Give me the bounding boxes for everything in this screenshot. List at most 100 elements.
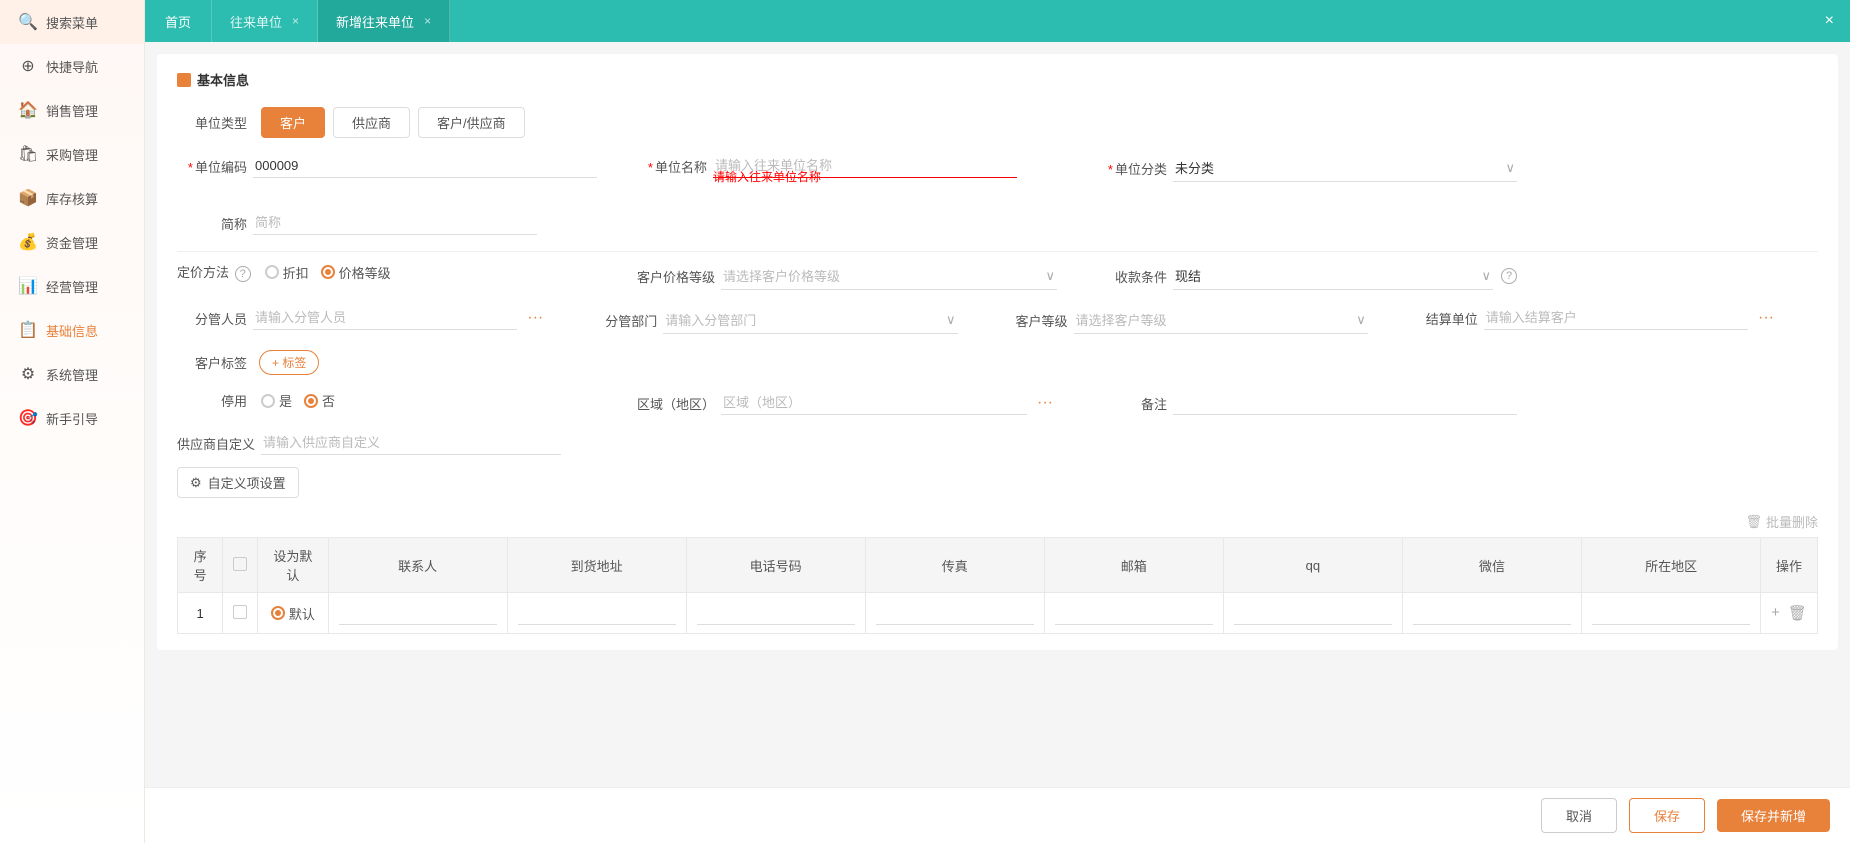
sidebar-item-label: 基础信息 (46, 321, 98, 340)
sidebar-item-quicknav[interactable]: ⊕ 快捷导航 (0, 44, 144, 88)
unit-name-error: 请输入往来单位名称 (713, 168, 1057, 185)
sidebar-item-inventory[interactable]: 📦 库存核算 (0, 176, 144, 220)
row-checkbox-cell (223, 593, 258, 634)
contact-input[interactable] (339, 601, 497, 625)
sidebar-item-basic[interactable]: 📋 基础信息 (0, 308, 144, 352)
batch-delete-btn[interactable]: 🗑 批量删除 (177, 512, 1818, 531)
wechat-input[interactable] (1413, 601, 1571, 625)
address-input[interactable] (518, 601, 676, 625)
fax-input[interactable] (876, 601, 1034, 625)
gear-icon: ⚙ (190, 475, 202, 491)
unit-type-customer-btn[interactable]: 客户 (261, 107, 325, 138)
disabled-yes-circle (261, 394, 275, 408)
save-button[interactable]: 保存 (1629, 798, 1705, 833)
sidebar-item-system[interactable]: ⚙ 系统管理 (0, 352, 144, 396)
select-all-checkbox[interactable] (233, 557, 247, 571)
finance-icon: 💰 (18, 232, 38, 252)
sidebar-item-guide[interactable]: 🎯 新手引导 (0, 396, 144, 440)
add-tag-btn[interactable]: + 标签 (259, 350, 319, 375)
tags-row: 客户标签 + 标签 (177, 350, 1818, 375)
manager-more-btn[interactable]: ··· (523, 309, 547, 327)
sales-icon: 🏠 (18, 100, 38, 120)
email-input[interactable] (1055, 601, 1213, 625)
sidebar-item-label: 系统管理 (46, 365, 98, 384)
row-actions: + 🗑 (1771, 604, 1807, 622)
row-wechat (1403, 593, 1582, 634)
quicknav-icon: ⊕ (18, 56, 38, 76)
phone-input[interactable] (697, 601, 855, 625)
disabled-yes-radio[interactable]: 是 (261, 391, 292, 410)
unit-code-field: *单位编码 (177, 154, 597, 178)
save-new-button[interactable]: 保存并新增 (1717, 799, 1830, 832)
col-region: 所在地区 (1582, 538, 1761, 593)
unit-type-row: 单位类型 客户 供应商 客户/供应商 (177, 107, 1818, 138)
department-select[interactable]: 请输入分管部门 ∨ (663, 306, 957, 334)
chevron-down-icon: ∨ (1356, 312, 1366, 328)
row-phone (686, 593, 865, 634)
region-more-btn[interactable]: ··· (1033, 394, 1057, 412)
close-all-tabs[interactable]: × (1809, 12, 1850, 30)
pricing-discount-radio[interactable]: 折扣 (265, 263, 309, 282)
inventory-icon: 📦 (18, 188, 38, 208)
disabled-radio-group: 是 否 (261, 391, 335, 410)
customer-level-select[interactable]: 请选择客户等级 ∨ (1074, 306, 1368, 334)
pricing-row: 定价方法 ? 折扣 价格等级 客户 (177, 262, 1818, 290)
col-address: 到货地址 (507, 538, 686, 593)
col-actions: 操作 (1761, 538, 1818, 593)
department-placeholder: 请输入分管部门 (665, 310, 756, 329)
tab-home[interactable]: 首页 (145, 0, 212, 42)
pricing-radio-group: 折扣 价格等级 (265, 263, 391, 282)
remarks-input[interactable] (1173, 391, 1517, 415)
payment-terms-select[interactable]: 现结 ∨ (1173, 262, 1493, 290)
custom-settings-btn[interactable]: ⚙ 自定义项设置 (177, 467, 299, 498)
tab-add-partner-close[interactable]: × (424, 15, 431, 27)
qq-input[interactable] (1234, 601, 1392, 625)
customer-price-level-select[interactable]: 请选择客户价格等级 ∨ (721, 262, 1057, 290)
settlement-more-btn[interactable]: ··· (1754, 309, 1778, 327)
basic-icon: 📋 (18, 320, 38, 340)
tab-partners[interactable]: 往来单位 × (212, 0, 318, 42)
tags-label: 客户标签 (177, 353, 247, 372)
row-checkbox[interactable] (233, 605, 247, 619)
system-icon: ⚙ (18, 364, 38, 384)
pricing-method-label: 定价方法 ? (177, 262, 251, 282)
level-radio-circle (321, 265, 335, 279)
row-default-radio[interactable]: 默认 (268, 604, 317, 623)
tab-partners-close[interactable]: × (292, 15, 299, 27)
unit-code-label: *单位编码 (177, 157, 247, 176)
pricing-level-radio[interactable]: 价格等级 (321, 263, 391, 282)
guide-icon: 🎯 (18, 408, 38, 428)
supplier-custom-label: 供应商自定义 (177, 434, 255, 453)
manager-label: 分管人员 (177, 309, 247, 328)
row-contact (328, 593, 507, 634)
cancel-button[interactable]: 取消 (1541, 798, 1617, 833)
sidebar-item-operations[interactable]: 📊 经营管理 (0, 264, 144, 308)
region-input[interactable] (721, 391, 1027, 415)
unit-code-input[interactable] (253, 154, 597, 178)
disabled-region-row: 停用 是 否 区域（地区） ··· (177, 391, 1818, 415)
add-row-btn[interactable]: + (1771, 604, 1780, 622)
payment-terms-help-icon[interactable]: ? (1501, 268, 1517, 284)
unit-category-select[interactable]: 未分类 ∨ (1173, 154, 1517, 182)
disabled-no-radio[interactable]: 否 (304, 391, 335, 410)
form-card: 基本信息 单位类型 客户 供应商 客户/供应商 *单位编码 (157, 54, 1838, 650)
unit-type-both-btn[interactable]: 客户/供应商 (418, 107, 525, 138)
unit-type-supplier-btn[interactable]: 供应商 (333, 107, 410, 138)
manager-input[interactable] (253, 306, 517, 330)
delete-row-btn[interactable]: 🗑 (1788, 604, 1807, 622)
short-name-field: 简称 (177, 211, 537, 235)
short-name-input[interactable] (253, 211, 537, 235)
row-region (1582, 593, 1761, 634)
chevron-down-icon: ∨ (946, 312, 956, 328)
settlement-unit-input[interactable] (1484, 306, 1748, 330)
sidebar-item-sales[interactable]: 🏠 销售管理 (0, 88, 144, 132)
sidebar-item-search[interactable]: 🔍 搜索菜单 (0, 0, 144, 44)
pricing-help-icon[interactable]: ? (235, 266, 251, 282)
sidebar-item-finance[interactable]: 💰 资金管理 (0, 220, 144, 264)
supplier-custom-input[interactable] (261, 431, 561, 455)
unit-type-group: 客户 供应商 客户/供应商 (261, 107, 525, 138)
row-region-input[interactable] (1592, 601, 1750, 625)
tab-add-partner[interactable]: 新增往来单位 × (318, 0, 450, 42)
sidebar-item-purchase[interactable]: 🛍 采购管理 (0, 132, 144, 176)
customer-level-label: 客户等级 (998, 311, 1068, 330)
